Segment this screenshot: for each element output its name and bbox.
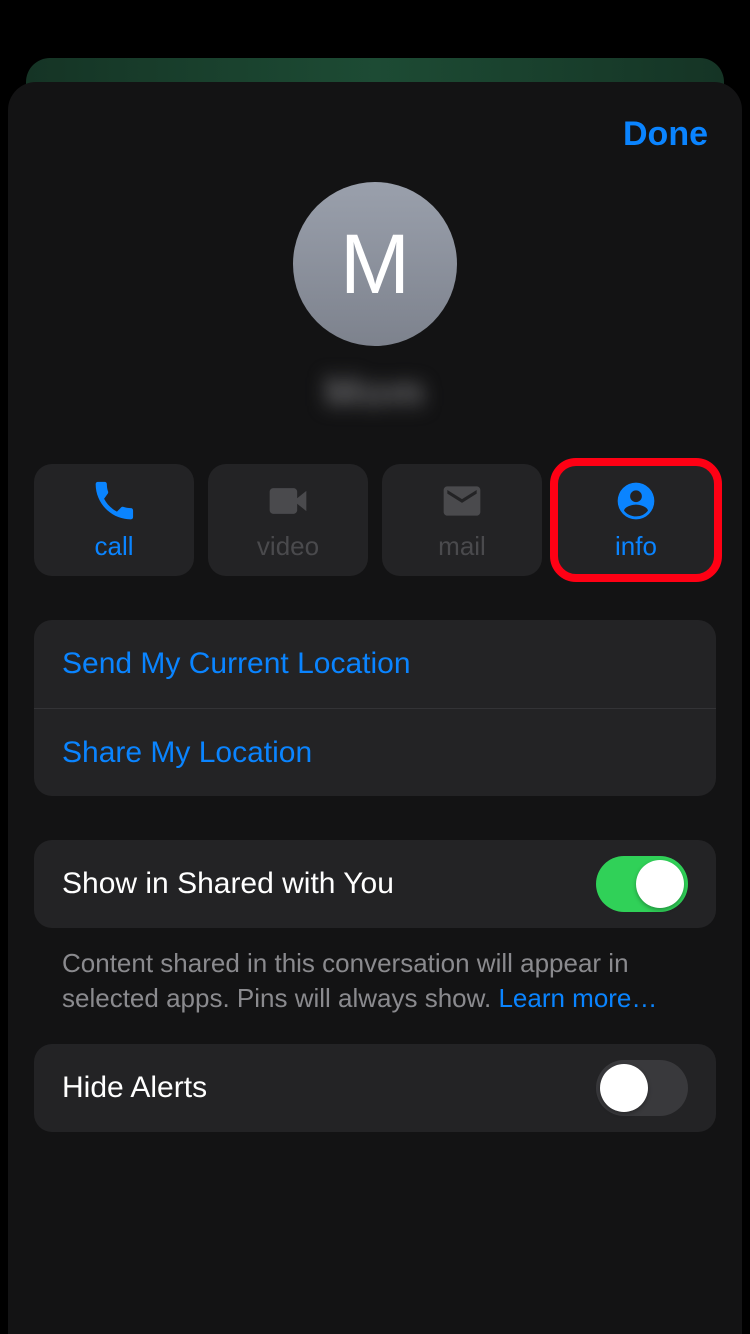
hide-alerts-row: Hide Alerts [34,1044,716,1132]
person-icon [614,479,658,523]
send-location-label: Send My Current Location [62,647,411,681]
hide-alerts-label: Hide Alerts [62,1071,207,1105]
nav-bar: Done [34,104,716,164]
video-button[interactable]: video [208,464,368,576]
action-button-row: call video mail info [34,464,716,576]
shared-with-you-group: Show in Shared with You [34,840,716,928]
phone-icon [92,479,136,523]
shared-with-you-row: Show in Shared with You [34,840,716,928]
learn-more-link[interactable]: Learn more… [498,983,657,1013]
mail-label: mail [438,531,486,562]
video-label: video [257,531,319,562]
avatar-initial: M [340,216,410,313]
mail-icon [440,479,484,523]
avatar[interactable]: M [293,182,457,346]
video-icon [266,479,310,523]
profile-header: M Mom [34,182,716,416]
share-location-label: Share My Location [62,736,312,770]
location-group: Send My Current Location Share My Locati… [34,620,716,796]
shared-with-you-footer: Content shared in this conversation will… [34,946,716,1016]
shared-with-you-toggle[interactable] [596,856,688,912]
contact-name: Mom [325,368,426,416]
share-location-row[interactable]: Share My Location [34,708,716,796]
info-label: info [615,531,657,562]
info-button[interactable]: info [556,464,716,576]
hide-alerts-toggle[interactable] [596,1060,688,1116]
contact-details-sheet: Done M Mom call video mail [8,82,742,1334]
mail-button[interactable]: mail [382,464,542,576]
done-button[interactable]: Done [623,115,716,154]
call-label: call [94,531,133,562]
shared-with-you-label: Show in Shared with You [62,867,394,901]
call-button[interactable]: call [34,464,194,576]
send-location-row[interactable]: Send My Current Location [34,620,716,708]
hide-alerts-group: Hide Alerts [34,1044,716,1132]
